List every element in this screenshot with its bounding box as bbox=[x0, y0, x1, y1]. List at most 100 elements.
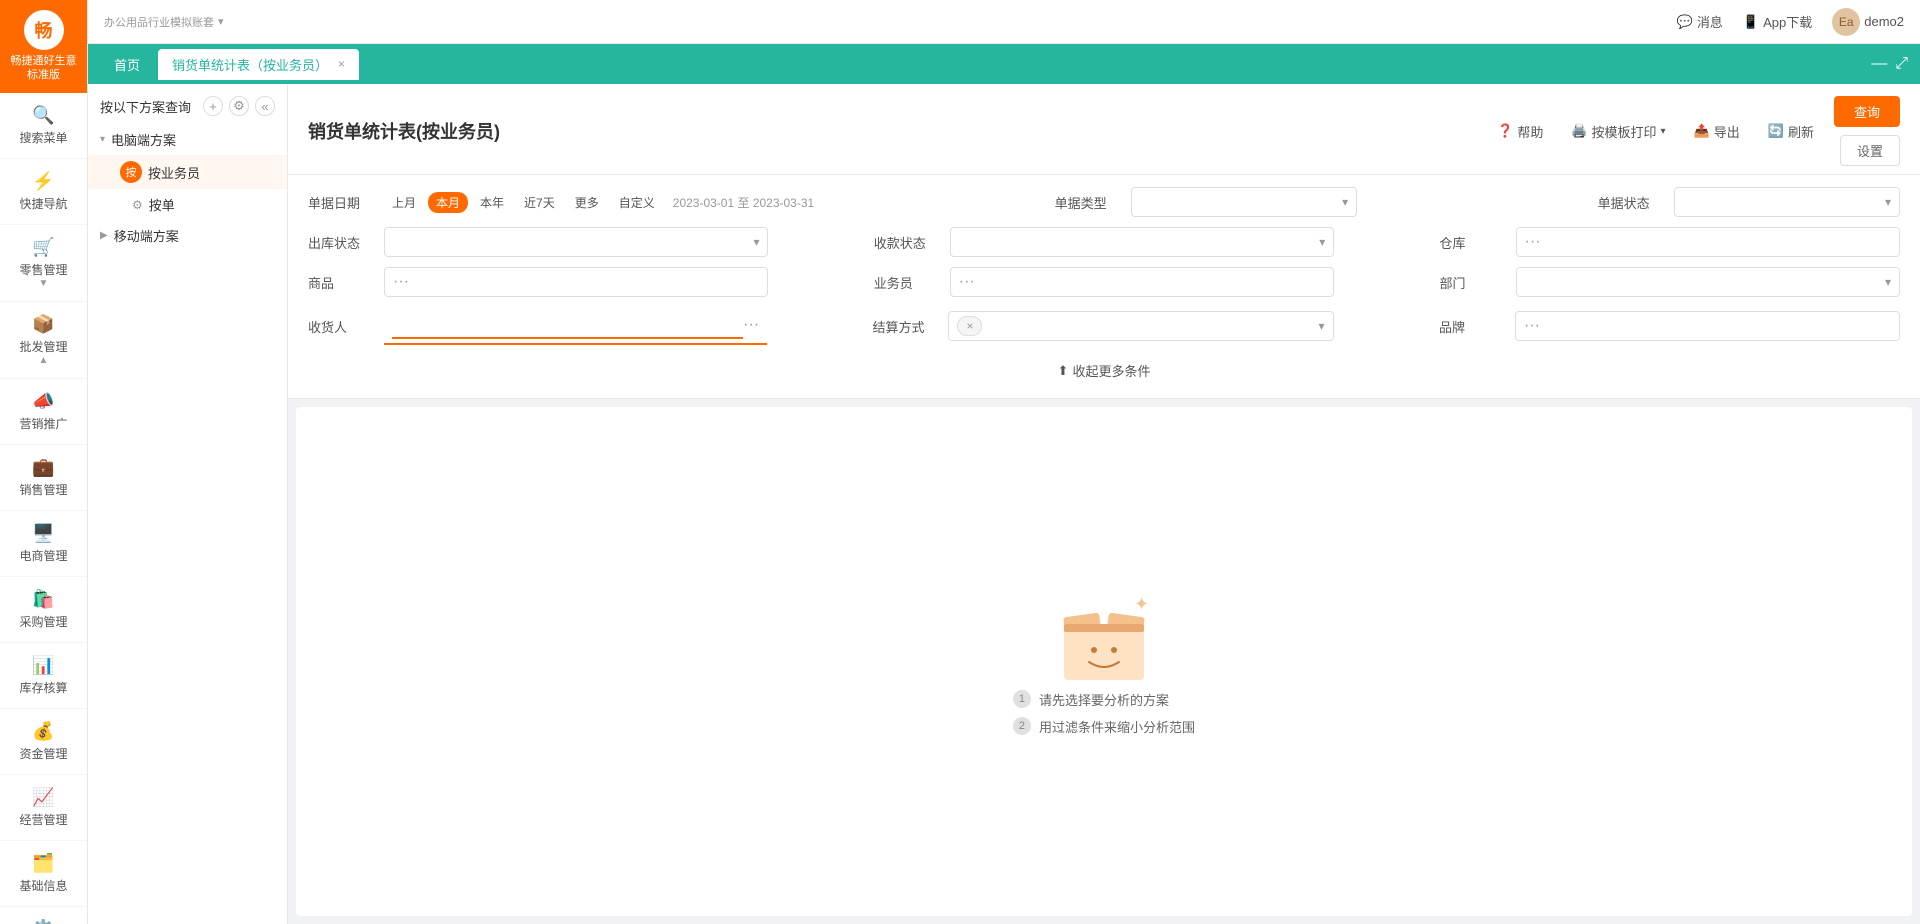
tab-home-label: 首页 bbox=[114, 55, 140, 74]
tab-close-icon[interactable]: × bbox=[338, 57, 345, 71]
sidebar-item-finance[interactable]: 💰 资金管理 bbox=[0, 709, 87, 775]
date-tab-this-year[interactable]: 本年 bbox=[472, 192, 512, 213]
sidebar-item-operation-label: 经营管理 bbox=[19, 811, 67, 828]
tab-expand-area: — ⤢ bbox=[1871, 55, 1908, 73]
mobile-section-arrow: ▶ bbox=[100, 230, 108, 241]
brand-select[interactable]: ··· bbox=[1515, 311, 1900, 341]
settings-button[interactable]: 设置 bbox=[1840, 135, 1900, 166]
dept-select[interactable]: ▾ bbox=[1516, 267, 1900, 297]
company-selector[interactable]: 办公用品行业模拟账套 ▾ bbox=[104, 14, 224, 30]
salesperson-select[interactable]: ··· bbox=[950, 267, 1334, 297]
sidebar-item-system[interactable]: ⚙️ 系统管理 bbox=[0, 907, 87, 924]
order-scheme-label: 按单 bbox=[149, 195, 175, 214]
warehouse-dots: ··· bbox=[1525, 233, 1541, 251]
message-label: 消息 bbox=[1697, 12, 1723, 31]
date-tab-more[interactable]: 更多 bbox=[567, 192, 607, 213]
topbar-right: 💬 消息 📱 App下载 Ea demo2 bbox=[1677, 8, 1904, 36]
date-tab-this-month[interactable]: 本月 bbox=[428, 192, 468, 213]
sidebar-item-basic[interactable]: 🗂️ 基础信息 bbox=[0, 841, 87, 907]
filter-row-3: 商品 ··· 业务员 ··· 部门 ▾ bbox=[308, 267, 1900, 297]
sidebar-item-finance-label: 资金管理 bbox=[19, 745, 67, 762]
sidebar-item-marketing[interactable]: 📣 营销推广 bbox=[0, 379, 87, 445]
search-icon: 🔍 bbox=[32, 105, 54, 126]
sidebar-item-inventory[interactable]: 📊 库存核算 bbox=[0, 643, 87, 709]
wholesale-icon: 📦 bbox=[32, 314, 54, 335]
receiver-dots: ··· bbox=[743, 316, 759, 334]
avatar: Ea bbox=[1832, 8, 1860, 36]
warehouse-select[interactable]: ··· bbox=[1516, 227, 1900, 257]
tab-home[interactable]: 首页 bbox=[100, 49, 154, 80]
main-area: 办公用品行业模拟账套 ▾ 💬 消息 📱 App下载 Ea demo2 首页 bbox=[88, 0, 1920, 924]
out-status-select[interactable]: ▾ bbox=[384, 227, 768, 257]
desktop-section-label: 电脑端方案 bbox=[111, 130, 176, 149]
app-download-btn[interactable]: 📱 App下载 bbox=[1743, 12, 1812, 31]
tree-item-by-salesperson[interactable]: 按 按业务员 bbox=[88, 155, 287, 189]
sidebar-item-quicknav-label: 快捷导航 bbox=[19, 195, 67, 212]
sidebar-item-purchase-label: 采购管理 bbox=[19, 613, 67, 630]
settle-select[interactable]: × ▾ bbox=[948, 311, 1333, 341]
quicknav-icon: ⚡ bbox=[32, 171, 54, 192]
receiver-input[interactable]: ··· bbox=[384, 307, 767, 345]
date-label: 单据日期 bbox=[308, 193, 368, 212]
receipt-status-select[interactable]: ▾ bbox=[950, 227, 1334, 257]
query-button[interactable]: 查询 bbox=[1834, 96, 1900, 127]
sidebar-item-quicknav[interactable]: ⚡ 快捷导航 bbox=[0, 159, 87, 225]
out-status-label: 出库状态 bbox=[308, 233, 368, 252]
help-btn[interactable]: ❓ 帮助 bbox=[1489, 118, 1551, 145]
sidebar-logo[interactable]: 畅 畅捷通好生意 标准版 bbox=[0, 0, 87, 93]
tabbar: 首页 销货单统计表（按业务员） × — ⤢ bbox=[88, 44, 1920, 84]
tree-section-mobile[interactable]: ▶ 移动端方案 bbox=[88, 220, 287, 251]
page-header: 销货单统计表(按业务员) ❓ 帮助 🖨️ 按模板打印 ▾ 📤 导出 bbox=[288, 84, 1920, 175]
tab-expand-icon[interactable]: ⤢ bbox=[1895, 55, 1908, 73]
sidebar-item-operation[interactable]: 📈 经营管理 bbox=[0, 775, 87, 841]
company-name: 办公用品行业模拟账套 bbox=[104, 14, 214, 30]
add-scheme-btn[interactable]: + bbox=[203, 96, 223, 116]
sidebar-item-search-label: 搜索菜单 bbox=[19, 129, 67, 146]
sidebar-item-search[interactable]: 🔍 搜索菜单 bbox=[0, 93, 87, 159]
sidebar-item-ecommerce[interactable]: 🖥️ 电商管理 bbox=[0, 511, 87, 577]
sidebar-item-purchase[interactable]: 🛍️ 采购管理 bbox=[0, 577, 87, 643]
settle-tag-remove[interactable]: × bbox=[966, 319, 973, 333]
inventory-icon: 📊 bbox=[32, 655, 54, 676]
doc-status-caret: ▾ bbox=[1885, 195, 1891, 209]
left-panel-title: 按以下方案查询 bbox=[100, 97, 191, 116]
date-tab-7days[interactable]: 近7天 bbox=[516, 192, 563, 213]
tab-minimize-icon[interactable]: — bbox=[1871, 55, 1887, 73]
out-status-caret: ▾ bbox=[753, 235, 759, 249]
user-profile[interactable]: Ea demo2 bbox=[1832, 8, 1904, 36]
sidebar-item-sales[interactable]: 💼 销售管理 bbox=[0, 445, 87, 511]
goods-select[interactable]: ··· bbox=[384, 267, 768, 297]
left-panel-header: 按以下方案查询 + ⚙ « bbox=[88, 96, 287, 124]
tree-item-by-order[interactable]: ⚙ 按单 bbox=[88, 189, 287, 220]
sidebar-item-wholesale[interactable]: 📦 批发管理 ▲ bbox=[0, 302, 87, 379]
export-btn[interactable]: 📤 导出 bbox=[1686, 118, 1748, 145]
receiver-field[interactable] bbox=[392, 311, 743, 339]
refresh-btn[interactable]: 🔄 刷新 bbox=[1760, 118, 1822, 145]
help-label: 帮助 bbox=[1517, 122, 1543, 141]
tab-sales-stats[interactable]: 销货单统计表（按业务员） × bbox=[158, 49, 359, 80]
query-actions: 查询 设置 bbox=[1834, 96, 1900, 166]
date-range-display: 2023-03-01 至 2023-03-31 bbox=[673, 194, 814, 211]
page-title: 销货单统计表(按业务员) bbox=[308, 118, 500, 144]
doc-type-select[interactable]: ▾ bbox=[1131, 187, 1357, 217]
date-tab-custom[interactable]: 自定义 bbox=[611, 192, 663, 213]
filter-row-2: 出库状态 ▾ 收款状态 ▾ 仓库 ··· bbox=[308, 227, 1900, 257]
message-btn[interactable]: 💬 消息 bbox=[1677, 12, 1723, 31]
collapse-panel-btn[interactable]: « bbox=[255, 96, 275, 116]
date-tab-last-month[interactable]: 上月 bbox=[384, 192, 424, 213]
print-label: 按模板打印 bbox=[1592, 122, 1657, 141]
settings-scheme-btn[interactable]: ⚙ bbox=[229, 96, 249, 116]
sidebar-nav: 🔍 搜索菜单 ⚡ 快捷导航 🛒 零售管理 ▼ 📦 批发管理 ▲ 📣 营销推广 💼… bbox=[0, 93, 87, 924]
doc-type-label: 单据类型 bbox=[1055, 193, 1115, 212]
export-icon: 📤 bbox=[1694, 123, 1710, 139]
tree-section-desktop[interactable]: ▾ 电脑端方案 bbox=[88, 124, 287, 155]
collapse-conditions-btn[interactable]: ⬆ 收起更多条件 bbox=[308, 355, 1900, 386]
topbar-left: 办公用品行业模拟账套 ▾ bbox=[104, 14, 224, 30]
sidebar-item-retail[interactable]: 🛒 零售管理 ▼ bbox=[0, 225, 87, 302]
brand-label: 品牌 bbox=[1439, 317, 1499, 336]
mobile-section-label: 移动端方案 bbox=[114, 226, 179, 245]
operation-icon: 📈 bbox=[32, 787, 54, 808]
collapse-arrow: ⬆ bbox=[1058, 363, 1069, 379]
print-btn[interactable]: 🖨️ 按模板打印 ▾ bbox=[1563, 118, 1673, 145]
doc-status-select[interactable]: ▾ bbox=[1674, 187, 1900, 217]
